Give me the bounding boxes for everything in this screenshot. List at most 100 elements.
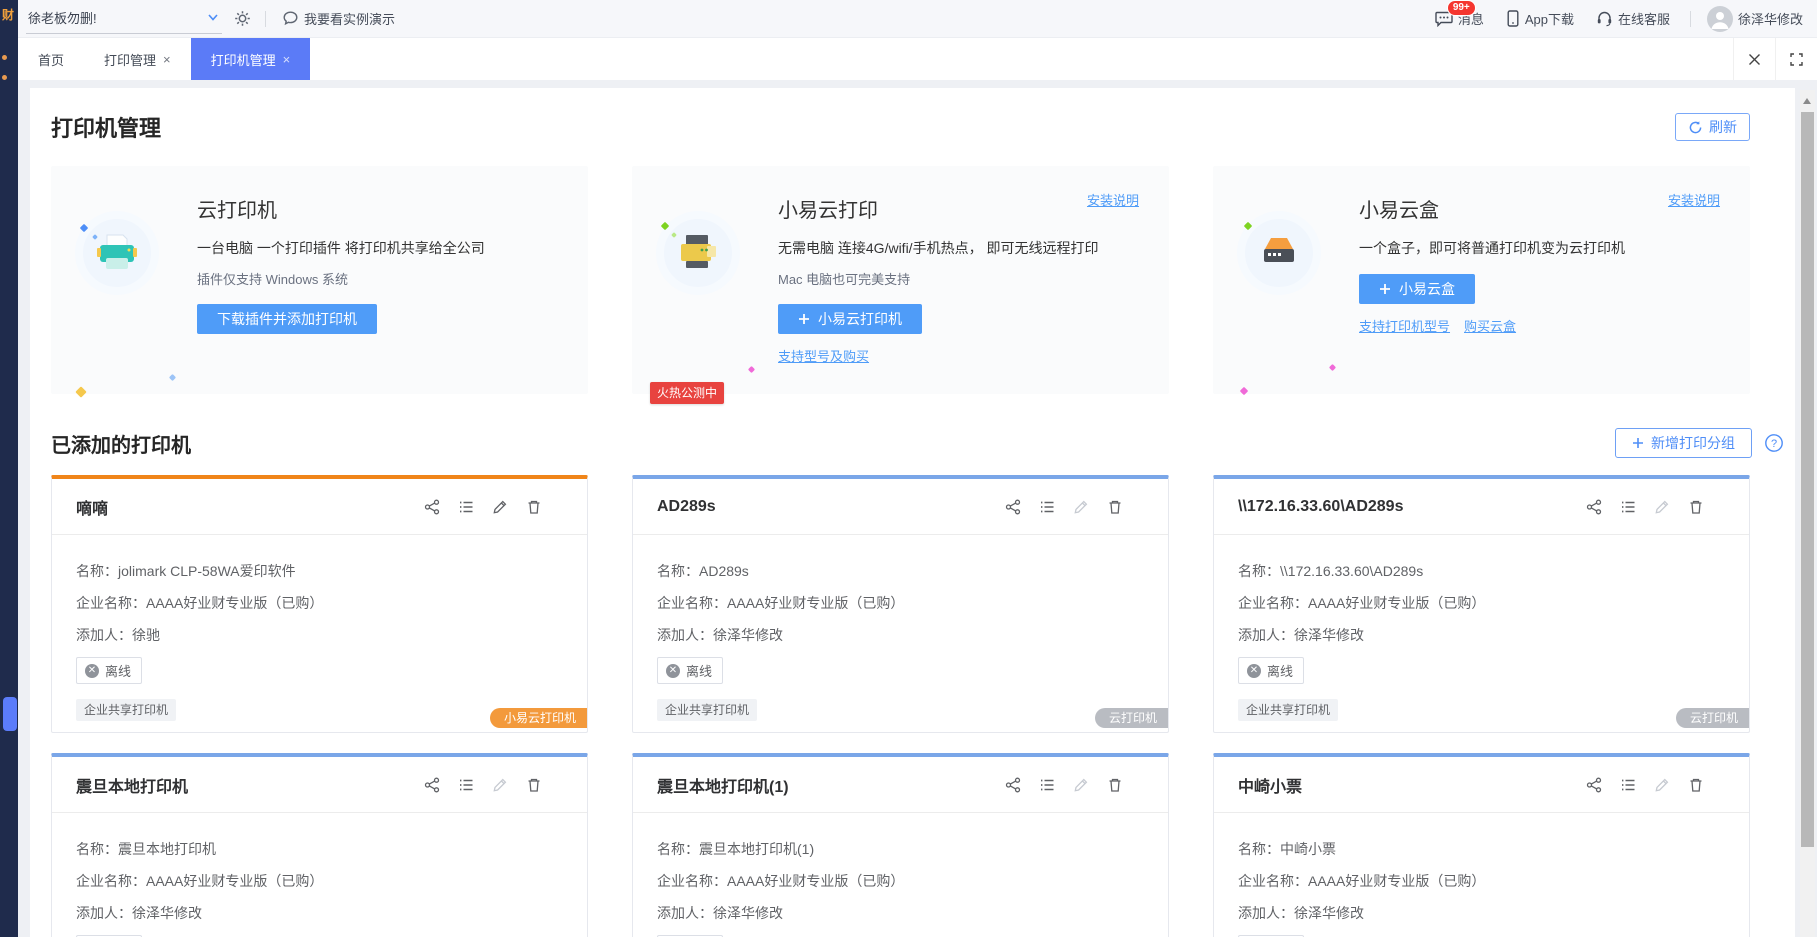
share-icon[interactable] xyxy=(1005,777,1021,793)
share-icon[interactable] xyxy=(1586,777,1602,793)
task-list-icon[interactable] xyxy=(1039,777,1055,793)
status-badge: ✕离线 xyxy=(76,657,143,684)
page-title: 打印机管理 xyxy=(51,116,162,141)
online-support-label: 在线客服 xyxy=(1617,12,1670,27)
printer-card: 中崎小票 名称：中崎小票 企业名称：AAAA好业财专业版（已购） 添加人：徐泽华… xyxy=(1213,753,1750,937)
task-list-icon[interactable] xyxy=(1620,499,1636,515)
app-download-label: App下载 xyxy=(1524,12,1574,27)
printer-type-ribbon: 云打印机 xyxy=(1094,708,1168,728)
vertical-scrollbar[interactable] xyxy=(1800,90,1815,937)
topbar: 徐老板勿删! 我要看实例演示 消息 99+ App下载 在线客服 徐泽华修改 xyxy=(18,0,1817,38)
task-list-icon[interactable] xyxy=(458,499,474,515)
tab-print-management[interactable]: 打印管理 × xyxy=(84,38,191,80)
printer-adder-row: 添加人：徐泽华修改 xyxy=(657,627,783,643)
scroll-up-icon[interactable] xyxy=(1803,98,1811,104)
promo-title: 小易云打印 xyxy=(778,200,878,222)
supported-models-purchase-link[interactable]: 支持型号及购买 xyxy=(778,346,869,365)
download-plugin-button[interactable]: 下载插件并添加打印机 xyxy=(197,304,377,334)
edit-icon[interactable] xyxy=(492,499,508,515)
status-badge: ✕离线 xyxy=(657,657,724,684)
company-name: 徐老板勿删! xyxy=(28,10,97,26)
chevron-down-icon xyxy=(206,10,220,24)
delete-icon[interactable] xyxy=(1688,777,1704,793)
printer-card: 嘀嘀 名称：jolimark CLP-58WA爱印软件 企业名称：AAAA好业财… xyxy=(51,475,588,733)
status-badge: ✕离线 xyxy=(1238,657,1305,684)
printer-adder-row: 添加人：徐泽华修改 xyxy=(1238,905,1364,921)
printer-company-row: 企业名称：AAAA好业财专业版（已购） xyxy=(657,873,905,889)
add-print-group-button[interactable]: 新增打印分组 xyxy=(1615,428,1752,458)
share-icon[interactable] xyxy=(424,777,440,793)
sparkle-icon xyxy=(1239,386,1249,396)
promo-note: Mac 电脑也可完美支持 xyxy=(778,272,911,287)
edit-icon xyxy=(492,777,508,793)
promo-title: 小易云盒 xyxy=(1359,200,1439,222)
refresh-label: 刷新 xyxy=(1709,119,1737,135)
fullscreen-button[interactable] xyxy=(1775,38,1817,80)
delete-icon[interactable] xyxy=(1107,777,1123,793)
close-tab-icon[interactable]: × xyxy=(163,52,171,67)
shared-printer-tag: 企业共享打印机 xyxy=(1238,699,1339,721)
tab-printer-management[interactable]: 打印机管理 × xyxy=(190,38,311,80)
hot-beta-badge: 火热公测中 xyxy=(650,382,725,404)
plus-icon xyxy=(1632,437,1644,449)
messages-button[interactable]: 消息 99+ xyxy=(1435,0,1484,28)
settings-gear-button[interactable] xyxy=(234,10,251,27)
task-list-icon[interactable] xyxy=(458,777,474,793)
share-icon[interactable] xyxy=(1005,499,1021,515)
user-menu[interactable]: 徐泽华修改 xyxy=(1706,5,1803,32)
printer-title: AD289s xyxy=(657,497,716,515)
tab-label: 打印管理 xyxy=(104,52,157,68)
promo-description: 一台电脑 一个打印插件 将打印机共享给全公司 xyxy=(197,240,485,256)
printer-title: 嘀嘀 xyxy=(76,500,109,518)
install-guide-link[interactable]: 安装说明 xyxy=(1087,190,1139,209)
printer-adder-row: 添加人：徐泽华修改 xyxy=(657,905,783,921)
refresh-button[interactable]: 刷新 xyxy=(1675,113,1750,141)
add-xiaoyi-cloud-printer-button[interactable]: 小易云打印机 xyxy=(778,304,922,334)
task-list-icon[interactable] xyxy=(1039,499,1055,515)
edit-icon xyxy=(1073,499,1089,515)
app-download-button[interactable]: App下载 xyxy=(1506,9,1574,28)
promo-card-cloud-printer: 云打印机 一台电脑 一个打印插件 将打印机共享给全公司 插件仅支持 Window… xyxy=(51,166,588,398)
add-print-group-label: 新增打印分组 xyxy=(1651,435,1735,451)
sparkle-icon xyxy=(75,386,87,398)
printer-adder-row: 添加人：徐泽华修改 xyxy=(1238,627,1364,643)
cloud-printer-icon xyxy=(75,211,159,295)
buy-cloud-box-link[interactable]: 购买云盒 xyxy=(1464,316,1516,335)
scrollbar-thumb[interactable] xyxy=(1801,112,1814,847)
printer-card: 震旦本地打印机 名称：震旦本地打印机 企业名称：AAAA好业财专业版（已购） 添… xyxy=(51,753,588,937)
demo-link[interactable]: 我要看实例演示 xyxy=(282,9,395,28)
add-cloud-box-label: 小易云盒 xyxy=(1399,281,1455,297)
close-tab-icon[interactable]: × xyxy=(283,52,291,67)
online-support-button[interactable]: 在线客服 xyxy=(1596,9,1670,28)
close-window-button[interactable] xyxy=(1733,38,1775,80)
delete-icon[interactable] xyxy=(1107,499,1123,515)
shared-printer-tag: 企业共享打印机 xyxy=(76,699,177,721)
install-guide-link[interactable]: 安装说明 xyxy=(1668,190,1720,209)
share-icon[interactable] xyxy=(1586,499,1602,515)
task-list-icon[interactable] xyxy=(1620,777,1636,793)
delete-icon[interactable] xyxy=(526,777,542,793)
printer-type-ribbon: 小易云打印机 xyxy=(489,708,587,728)
download-plugin-label: 下载插件并添加打印机 xyxy=(217,311,357,327)
printer-name-row: 名称：\\172.16.33.60\AD289s xyxy=(1238,563,1424,579)
share-icon[interactable] xyxy=(424,499,440,515)
tab-home[interactable]: 首页 xyxy=(18,38,84,80)
edit-icon xyxy=(1654,499,1670,515)
offline-icon: ✕ xyxy=(85,663,99,678)
refresh-icon xyxy=(1688,120,1703,135)
supported-printer-models-link[interactable]: 支持打印机型号 xyxy=(1359,316,1450,335)
topbar-divider xyxy=(265,10,266,27)
help-icon[interactable]: ? xyxy=(1764,433,1784,453)
close-icon xyxy=(1748,53,1761,66)
sidebar-active-indicator[interactable] xyxy=(3,697,17,731)
delete-icon[interactable] xyxy=(1688,499,1704,515)
printer-company-row: 企业名称：AAAA好业财专业版（已购） xyxy=(1238,595,1486,611)
company-switcher[interactable]: 徐老板勿删! xyxy=(26,4,222,34)
add-cloud-box-button[interactable]: 小易云盒 xyxy=(1359,274,1475,304)
tab-label: 打印机管理 xyxy=(210,52,276,68)
printer-title: 震旦本地打印机(1) xyxy=(657,778,789,796)
printer-name-row: 名称：AD289s xyxy=(657,563,749,579)
delete-icon[interactable] xyxy=(526,499,542,515)
chat-bubble-icon xyxy=(282,10,299,27)
promo-card-xiaoyi-cloud-print: 安装说明 火热公测中 小易云打印 无需电脑 连接4G/wifi/手机热点， 即可… xyxy=(632,166,1169,404)
